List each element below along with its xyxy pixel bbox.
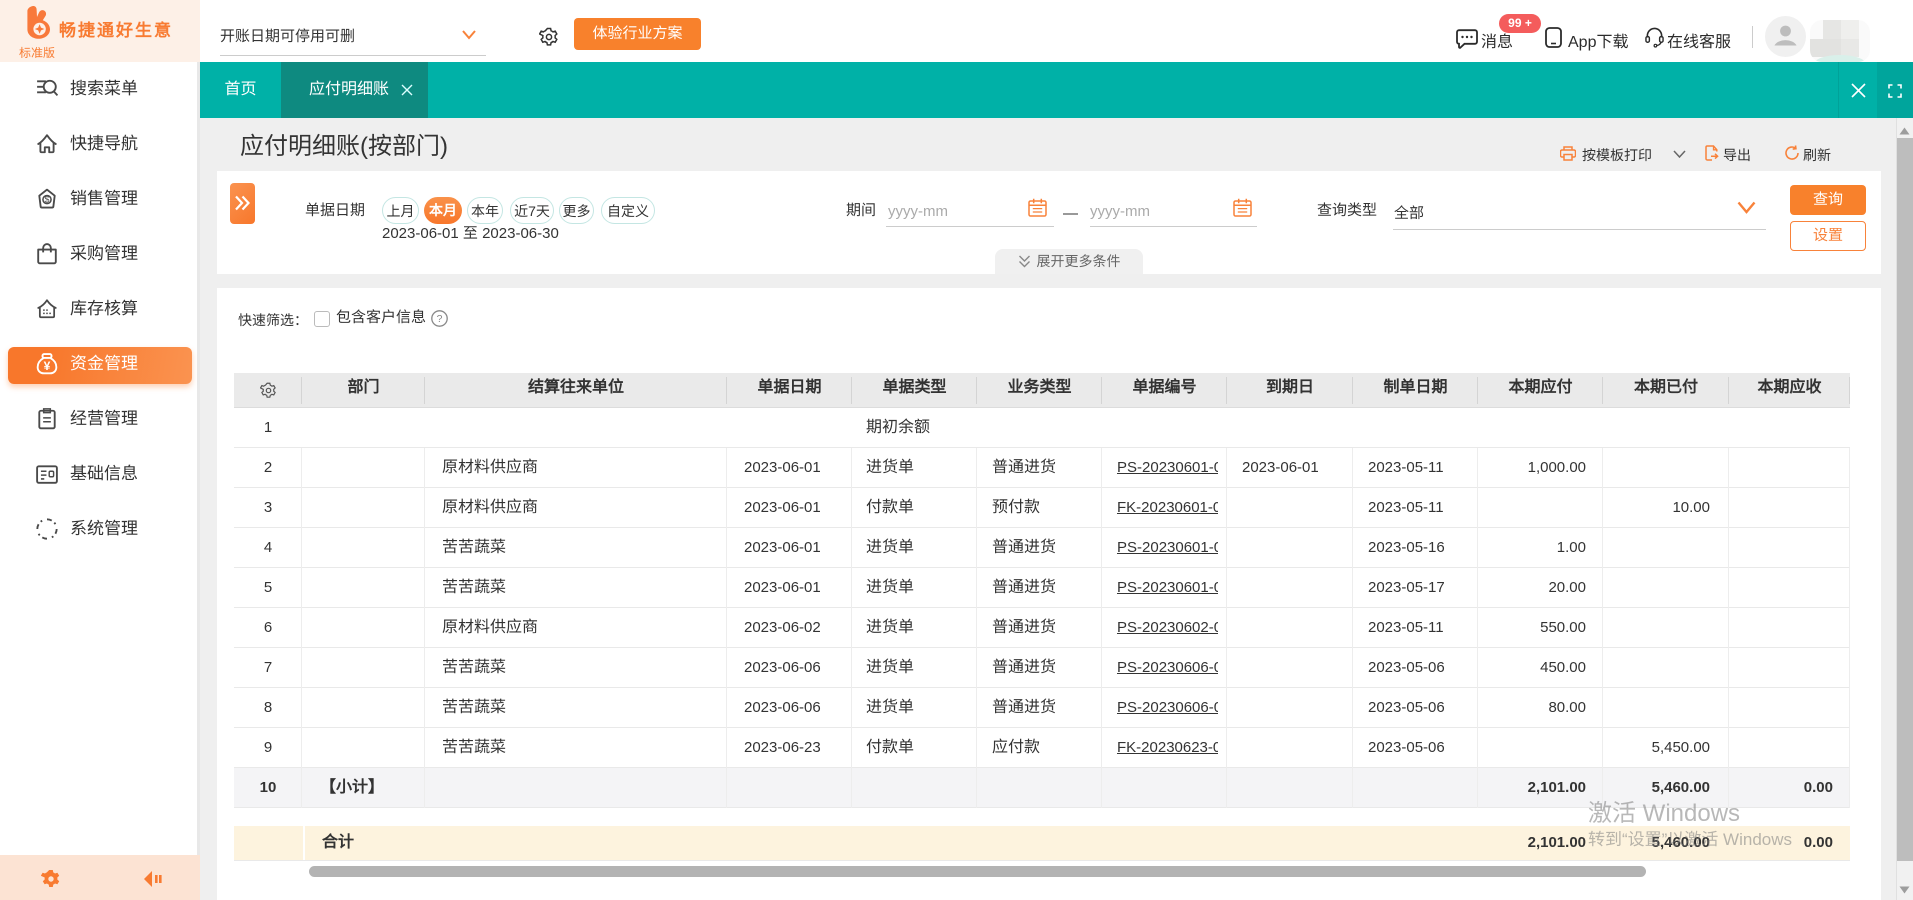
svg-text:?: ? (437, 313, 443, 325)
svg-text:¥: ¥ (44, 359, 51, 373)
svg-text:$: $ (45, 195, 50, 205)
